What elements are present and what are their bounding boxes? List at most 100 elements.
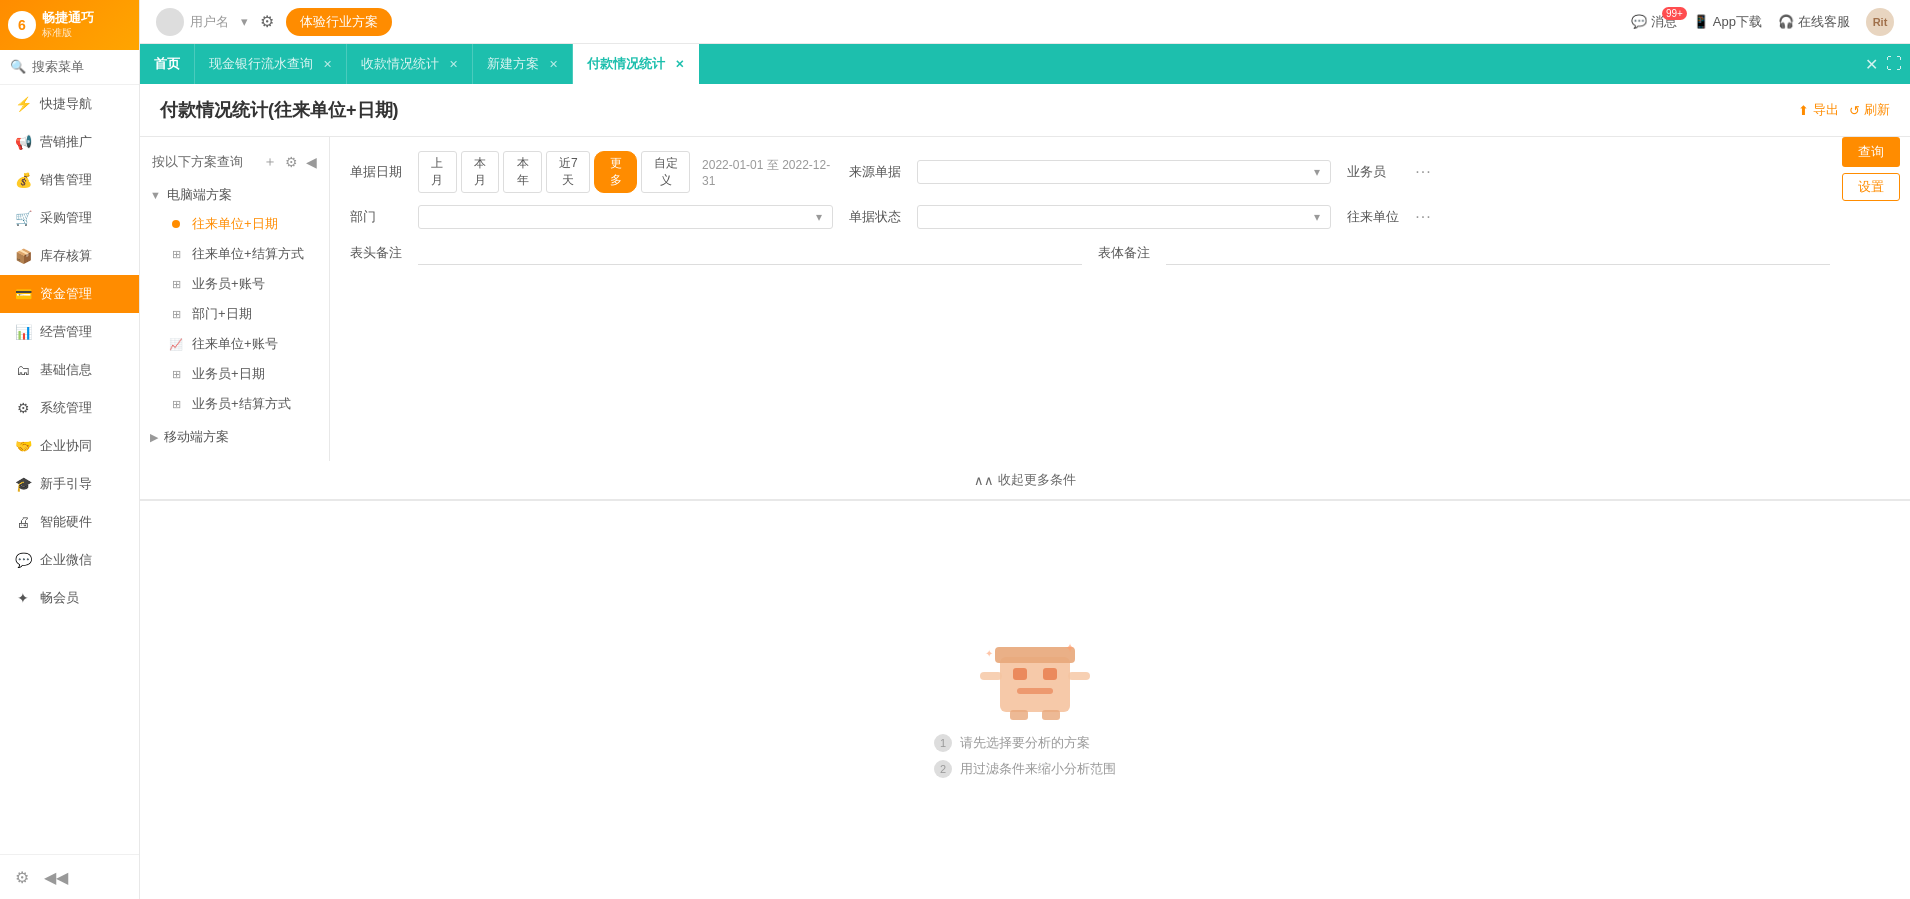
inventory-icon: 📦 bbox=[14, 247, 32, 265]
desktop-group-header[interactable]: ▼ 电脑端方案 bbox=[140, 181, 329, 209]
date-btn-last-month[interactable]: 上月 bbox=[418, 151, 457, 193]
logo-sub: 标准版 bbox=[42, 26, 94, 40]
sidebar-item-hardware[interactable]: 🖨 智能硬件 bbox=[0, 503, 139, 541]
scheme-item-salesman-account[interactable]: ⊞ 业务员+账号 bbox=[140, 269, 329, 299]
table-header-label: 表头备注 bbox=[350, 244, 410, 262]
export-icon: ⬆ bbox=[1798, 103, 1809, 118]
sidebar-item-enterprise[interactable]: 🤝 企业协同 bbox=[0, 427, 139, 465]
add-scheme-icon[interactable]: ＋ bbox=[263, 153, 277, 171]
left-panel-title: 按以下方案查询 bbox=[152, 153, 243, 171]
settings-icon[interactable]: ⚙ bbox=[260, 12, 274, 31]
finance-icon: 💳 bbox=[14, 285, 32, 303]
sidebar-header: 6 畅捷通巧 标准版 bbox=[0, 0, 139, 50]
user-avatar bbox=[156, 8, 184, 36]
sidebar-item-basic[interactable]: 🗂 基础信息 bbox=[0, 351, 139, 389]
sidebar-item-label: 畅会员 bbox=[40, 589, 79, 607]
tab-cash-flow[interactable]: 现金银行流水查询 ✕ bbox=[195, 44, 347, 84]
scheme-item-partner-settle[interactable]: ⊞ 往来单位+结算方式 bbox=[140, 239, 329, 269]
partner-filter-group: 往来单位 ··· bbox=[1347, 208, 1830, 226]
settings-btn[interactable]: 设置 bbox=[1842, 173, 1900, 201]
date-btn-this-month[interactable]: 本月 bbox=[461, 151, 500, 193]
scheme-item-partner-account[interactable]: 📈 往来单位+账号 bbox=[140, 329, 329, 359]
tab-payment-stat[interactable]: 付款情况统计 ✕ bbox=[573, 44, 699, 84]
mobile-group-header[interactable]: ▶ 移动端方案 bbox=[140, 423, 329, 451]
sidebar-item-guide[interactable]: 🎓 新手引导 bbox=[0, 465, 139, 503]
date-btn-7days[interactable]: 近7天 bbox=[546, 151, 590, 193]
content-area: 付款情况统计(往来单位+日期) ⬆ 导出 ↺ 刷新 按以下方案查询 bbox=[140, 84, 1910, 899]
collapse-panel-icon[interactable]: ◀ bbox=[306, 154, 317, 170]
table-body-input[interactable] bbox=[1166, 241, 1830, 265]
sidebar-item-system[interactable]: ⚙ 系统管理 bbox=[0, 389, 139, 427]
tab-close-icon[interactable]: ✕ bbox=[549, 58, 558, 71]
status-dropdown-icon: ▾ bbox=[1314, 210, 1320, 224]
tab-label: 首页 bbox=[154, 55, 180, 73]
sidebar-item-label: 库存核算 bbox=[40, 247, 92, 265]
salesman-ellipsis[interactable]: ··· bbox=[1415, 163, 1431, 181]
scheme-item-salesman-date[interactable]: ⊞ 业务员+日期 bbox=[140, 359, 329, 389]
sidebar-item-label: 系统管理 bbox=[40, 399, 92, 417]
source-dropdown-icon: ▾ bbox=[1314, 165, 1320, 179]
guide-icon: 🎓 bbox=[14, 475, 32, 493]
topbar: 用户名 ▾ ⚙ 体验行业方案 💬 消息 99+ 📱 App下载 🎧 在线客服 R… bbox=[140, 0, 1910, 44]
dropdown-arrow[interactable]: ▾ bbox=[241, 14, 248, 29]
notice-icon: 💬 bbox=[1631, 14, 1647, 29]
filter-form: 单据日期 上月 本月 本年 近7天 更多 自定义 2022-01-01 至 20… bbox=[330, 137, 1910, 461]
date-btn-this-year[interactable]: 本年 bbox=[503, 151, 542, 193]
page-title: 付款情况统计(往来单位+日期) bbox=[160, 98, 1798, 122]
trial-btn[interactable]: 体验行业方案 bbox=[286, 8, 392, 36]
search-menu[interactable]: 🔍 搜索菜单 bbox=[0, 50, 139, 85]
scheme-item-salesman-settle[interactable]: ⊞ 业务员+结算方式 bbox=[140, 389, 329, 419]
tab-close-icon[interactable]: ✕ bbox=[323, 58, 332, 71]
export-btn[interactable]: ⬆ 导出 bbox=[1798, 101, 1839, 119]
svg-rect-2 bbox=[1013, 668, 1027, 680]
maximize-icon[interactable]: ⛶ bbox=[1886, 55, 1902, 73]
query-btn[interactable]: 查询 bbox=[1842, 137, 1900, 167]
table-header-group: 表头备注 bbox=[350, 241, 1082, 265]
scheme-item-partner-date[interactable]: 往来单位+日期 bbox=[140, 209, 329, 239]
sidebar-item-finance[interactable]: 💳 资金管理 bbox=[0, 275, 139, 313]
sales-icon: 💰 bbox=[14, 171, 32, 189]
dept-select[interactable]: ▾ bbox=[418, 205, 833, 229]
tab-receivable[interactable]: 收款情况统计 ✕ bbox=[347, 44, 473, 84]
sidebar-item-member[interactable]: ✦ 畅会员 bbox=[0, 579, 139, 617]
salesman-filter-group: 业务员 ··· bbox=[1347, 163, 1830, 181]
sidebar-item-label: 经营管理 bbox=[40, 323, 92, 341]
source-select[interactable]: ▾ bbox=[917, 160, 1332, 184]
tab-new-scheme[interactable]: 新建方案 ✕ bbox=[473, 44, 573, 84]
notice-btn[interactable]: 💬 消息 99+ bbox=[1631, 13, 1677, 31]
sidebar-item-operation[interactable]: 📊 经营管理 bbox=[0, 313, 139, 351]
tab-label: 现金银行流水查询 bbox=[209, 55, 313, 73]
settings-footer-icon[interactable]: ⚙ bbox=[10, 865, 34, 889]
collapse-more-btn[interactable]: ∧∧ 收起更多条件 bbox=[974, 471, 1076, 489]
empty-hint: 1 请先选择要分析的方案 2 用过滤条件来缩小分析范围 bbox=[934, 734, 1116, 778]
tab-close-icon[interactable]: ✕ bbox=[675, 58, 684, 71]
service-btn[interactable]: 🎧 在线客服 bbox=[1778, 13, 1850, 31]
notice-badge: 99+ bbox=[1662, 7, 1687, 20]
tab-close-icon[interactable]: ✕ bbox=[449, 58, 458, 71]
sidebar-item-purchase[interactable]: 🛒 采购管理 bbox=[0, 199, 139, 237]
table-header-input[interactable] bbox=[418, 241, 1082, 265]
scheme-item-label: 往来单位+账号 bbox=[192, 335, 278, 353]
partner-ellipsis[interactable]: ··· bbox=[1415, 208, 1431, 226]
sidebar-item-wechat[interactable]: 💬 企业微信 bbox=[0, 541, 139, 579]
tab-home[interactable]: 首页 bbox=[140, 44, 195, 84]
sidebar-item-inventory[interactable]: 📦 库存核算 bbox=[0, 237, 139, 275]
date-btn-custom[interactable]: 自定义 bbox=[641, 151, 690, 193]
dept-dropdown-icon: ▾ bbox=[816, 210, 822, 224]
sidebar-item-label: 企业协同 bbox=[40, 437, 92, 455]
sidebar-item-label: 销售管理 bbox=[40, 171, 92, 189]
scheme-item-dept-date[interactable]: ⊞ 部门+日期 bbox=[140, 299, 329, 329]
left-panel-header: 按以下方案查询 ＋ ⚙ ◀ bbox=[140, 147, 329, 177]
salesman-label: 业务员 bbox=[1347, 163, 1407, 181]
sidebar-item-marketing[interactable]: 📢 营销推广 bbox=[0, 123, 139, 161]
topbar-user-avatar[interactable]: Rit bbox=[1866, 8, 1894, 36]
sidebar-item-quick-nav[interactable]: ⚡ 快捷导航 bbox=[0, 85, 139, 123]
refresh-btn[interactable]: ↺ 刷新 bbox=[1849, 101, 1890, 119]
app-download-btn[interactable]: 📱 App下载 bbox=[1693, 13, 1762, 31]
date-btn-more[interactable]: 更多 bbox=[594, 151, 637, 193]
sidebar-item-sales[interactable]: 💰 销售管理 bbox=[0, 161, 139, 199]
close-all-icon[interactable]: ✕ bbox=[1865, 55, 1878, 74]
manage-scheme-icon[interactable]: ⚙ bbox=[285, 154, 298, 170]
collapse-sidebar-icon[interactable]: ◀◀ bbox=[44, 865, 68, 889]
status-select[interactable]: ▾ bbox=[917, 205, 1332, 229]
